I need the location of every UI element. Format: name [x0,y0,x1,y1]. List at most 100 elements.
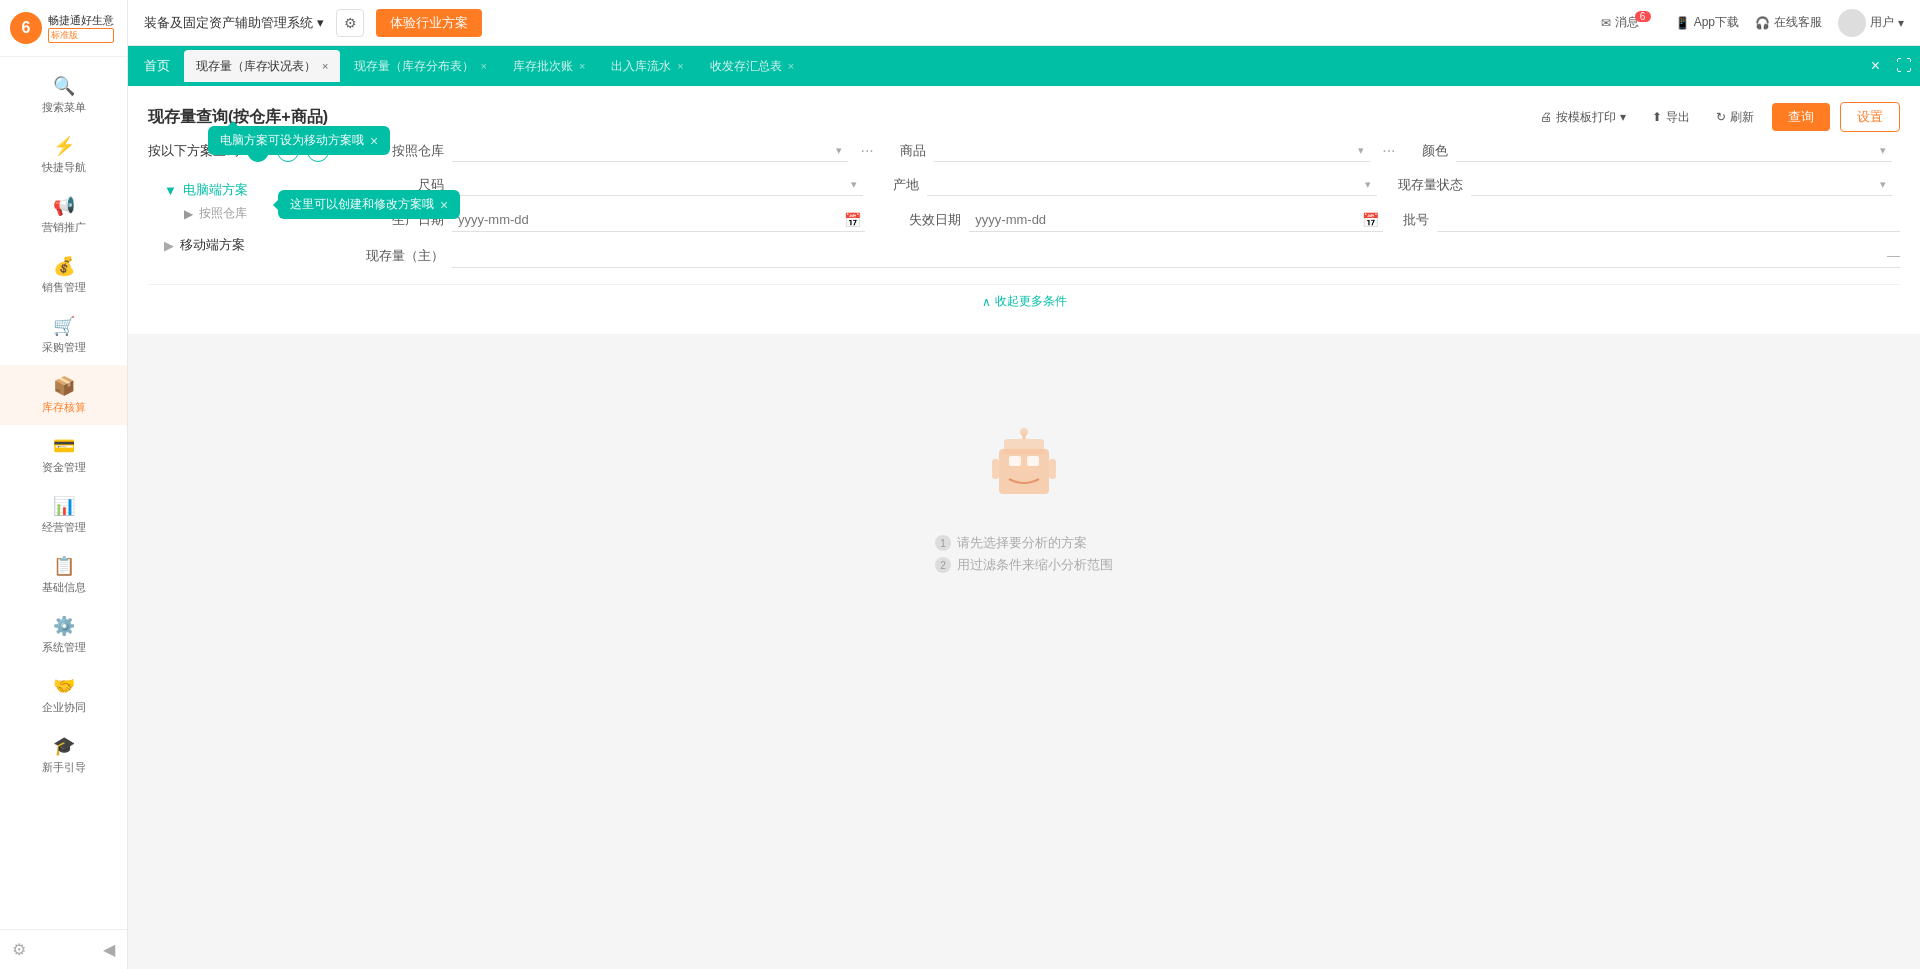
tab-close-icon[interactable]: × [480,60,486,72]
origin-select[interactable]: ▾ [927,174,1378,196]
tab-close-icon[interactable]: × [579,60,585,72]
tab-in-out-flow[interactable]: 出入库流水 × [599,50,695,82]
product-select[interactable]: ▾ [934,140,1370,162]
collapse-filter-button[interactable]: ∧ 收起更多条件 [148,284,1900,318]
online-support-label: 在线客服 [1774,14,1822,31]
tooltip-create-scheme: 这里可以创建和修改方案哦 × [278,190,460,219]
money-icon: 💰 [53,255,75,277]
sidebar-item-guide[interactable]: 🎓 新手引导 [0,725,127,785]
tooltip2-text: 这里可以创建和修改方案哦 [290,196,434,213]
filter-row-stock-status: 现存量状态 ▾ [1393,174,1892,196]
sidebar-item-label: 搜索菜单 [42,100,86,115]
color-dropdown-arrow: ▾ [1880,144,1886,157]
tooltip-pc-scheme: 电脑方案可设为移动方案哦 × [208,126,390,155]
prod-date-input[interactable] [452,208,844,231]
collapse-icon[interactable]: ◀ [103,940,115,959]
printer-icon: 🖨 [1540,110,1552,124]
search-button[interactable]: 查询 [1772,103,1830,131]
refresh-button[interactable]: ↻ 刷新 [1708,105,1762,130]
sidebar-item-label: 企业协同 [42,700,86,715]
filter-row-batch: 批号 [1399,208,1900,232]
sidebar-item-finance[interactable]: 💳 资金管理 [0,425,127,485]
industry-plan-button[interactable]: 体验行业方案 [376,9,482,37]
size-select[interactable]: ▾ [452,174,863,196]
setup-button[interactable]: 设置 [1840,102,1900,132]
tab-inventory-dist[interactable]: 现存量（库存分布表） × [342,50,498,82]
warehouse-more-icon[interactable]: ··· [856,142,877,160]
stock-qty-range[interactable]: — [452,244,1900,268]
scheme-collapse-arrow: ▼ [164,183,177,198]
sidebar-item-quick-nav[interactable]: ⚡ 快捷导航 [0,125,127,185]
maximize-button[interactable]: ⛶ [1892,53,1916,79]
system-name-label: 装备及固定资产辅助管理系统 [144,14,313,32]
sidebar-item-label: 快捷导航 [42,160,86,175]
tab-batch-account[interactable]: 库存批次账 × [501,50,597,82]
tooltip1-text: 电脑方案可设为移动方案哦 [220,132,364,149]
export-button[interactable]: ⬆ 导出 [1644,105,1698,130]
sidebar-item-sales[interactable]: 💰 销售管理 [0,245,127,305]
filter-area: 现存量查询(按仓库+商品) 🖨 按模板打印 ▾ ⬆ 导出 ↻ 刷新 [128,86,1920,334]
hint-text-2: 用过滤条件来缩小分析范围 [957,556,1113,574]
empty-illustration [974,414,1074,514]
tab-recv-send[interactable]: 收发存汇总表 × [698,50,806,82]
tooltip1-close-button[interactable]: × [370,133,378,149]
scheme-item-mobile[interactable]: ▶ 移动端方案 [164,233,348,257]
batch-label: 批号 [1399,211,1429,229]
sidebar-item-basic[interactable]: 📋 基础信息 [0,545,127,605]
settings-gear-button[interactable]: ⚙ [336,9,364,37]
message-button[interactable]: ✉ 消息 6 [1601,14,1659,31]
refresh-label: 刷新 [1730,109,1754,126]
sidebar-item-label: 经营管理 [42,520,86,535]
expiry-date-calendar-icon: 📅 [1362,212,1383,228]
sidebar-item-enterprise[interactable]: 🤝 企业协同 [0,665,127,725]
user-menu-button[interactable]: 用户 ▾ [1838,9,1904,37]
scheme-selector: 按以下方案查询 + ↻ « 电脑方案可设为移动方案哦 × [148,140,348,265]
product-label: 商品 [886,142,926,160]
stock-qty-min-input[interactable] [452,244,1883,267]
tab-home[interactable]: 首页 [132,50,182,82]
gear-nav-icon: ⚙️ [53,615,75,637]
sub-label: 按照仓库 [199,205,247,222]
prod-date-input-wrap[interactable]: 📅 [452,208,865,232]
empty-hints: 1 请先选择要分析的方案 2 用过滤条件来缩小分析范围 [935,530,1113,578]
app-download-button[interactable]: 📱 App下载 [1675,14,1739,31]
warehouse-select[interactable]: ▾ [452,140,848,162]
stock-status-select[interactable]: ▾ [1471,174,1892,196]
template-print-button[interactable]: 🖨 按模板打印 ▾ [1532,105,1634,130]
color-select[interactable]: ▾ [1456,140,1892,162]
sidebar-item-purchase[interactable]: 🛒 采购管理 [0,305,127,365]
sidebar-item-search[interactable]: 🔍 搜索菜单 [0,65,127,125]
settings-footer-icon[interactable]: ⚙ [12,940,26,959]
tab-close-icon[interactable]: × [322,60,328,72]
app-download-label: App下载 [1694,14,1739,31]
tab-close-icon[interactable]: × [677,60,683,72]
sidebar-item-inventory[interactable]: 📦 库存核算 [0,365,127,425]
expiry-date-input-wrap[interactable]: 📅 [969,208,1382,232]
sidebar-item-label: 销售管理 [42,280,86,295]
sidebar-item-marketing[interactable]: 📢 营销推广 [0,185,127,245]
tooltip2-close-button[interactable]: × [440,197,448,213]
expiry-date-input[interactable] [969,208,1361,231]
product-more-icon[interactable]: ··· [1378,142,1399,160]
empty-state: 1 请先选择要分析的方案 2 用过滤条件来缩小分析范围 [935,414,1113,578]
tab-close-icon[interactable]: × [788,60,794,72]
filter-fields: 按照仓库 ▾ ··· 商品 ▾ [364,140,1900,276]
filter-row-expiry-date: 失效日期 📅 [881,208,1382,232]
online-support-button[interactable]: 🎧 在线客服 [1755,14,1822,31]
sidebar-item-operation[interactable]: 📊 经营管理 [0,485,127,545]
headset-icon: 🎧 [1755,16,1770,30]
sidebar-item-label: 新手引导 [42,760,86,775]
sidebar-item-label: 采购管理 [42,340,86,355]
svg-rect-6 [992,459,999,479]
tab-inventory-status[interactable]: 现存量（库存状况表） × [184,50,340,82]
close-all-tabs-button[interactable]: × [1867,53,1884,79]
filter-row-stock-qty: 现存量（主） — [364,244,1900,268]
search-icon: 🔍 [53,75,75,97]
chevron-down-icon: ▾ [317,15,324,30]
top-header: 装备及固定资产辅助管理系统 ▾ ⚙ 体验行业方案 ✉ 消息 6 📱 App下载 … [128,0,1920,46]
sidebar-item-system[interactable]: ⚙️ 系统管理 [0,605,127,665]
system-name-selector[interactable]: 装备及固定资产辅助管理系统 ▾ [144,14,324,32]
batch-input[interactable] [1437,208,1900,232]
origin-label: 产地 [879,176,919,194]
collapse-up-icon: ∧ [982,295,991,309]
